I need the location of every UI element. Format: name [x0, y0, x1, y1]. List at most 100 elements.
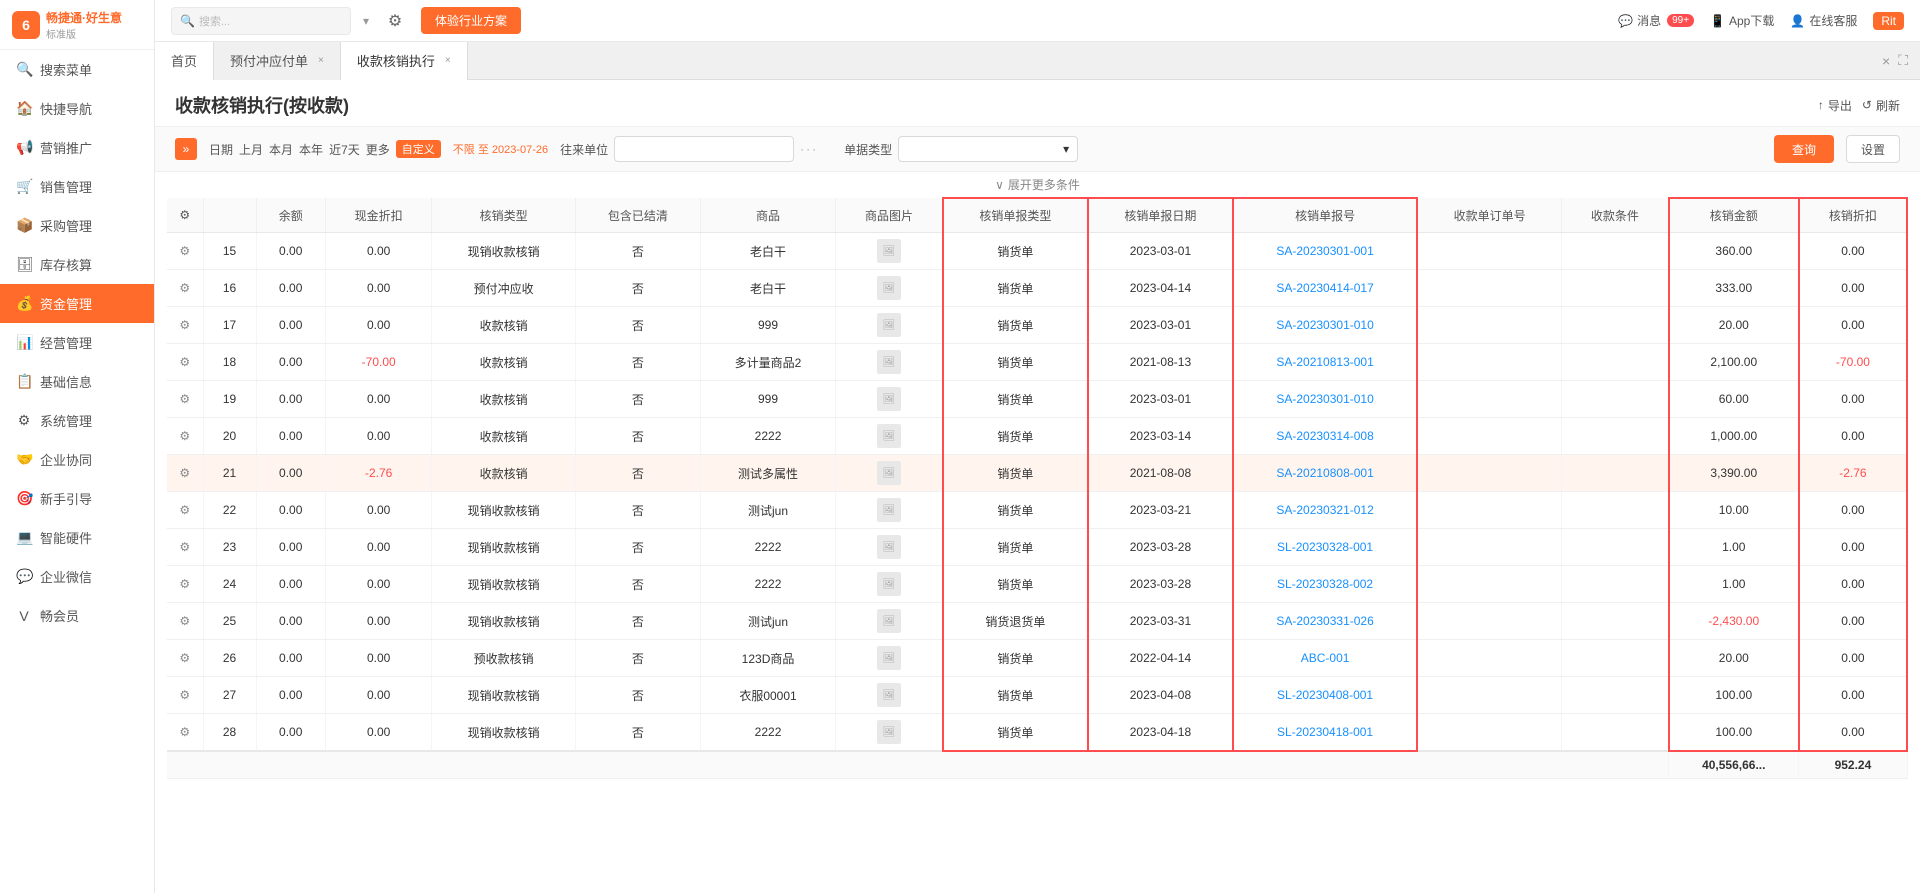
- row-gear-28[interactable]: ⚙: [167, 714, 203, 752]
- col-bill-report-type: 核销单报类型: [943, 198, 1088, 233]
- wechat-icon: 💬: [16, 568, 32, 585]
- sidebar-item-marketing[interactable]: 📢营销推广: [0, 128, 154, 167]
- date-this-year[interactable]: 本年: [299, 141, 323, 158]
- row-bill-no-25: SA-20230331-026: [1233, 603, 1417, 640]
- row-gear-17[interactable]: ⚙: [167, 307, 203, 344]
- row-goods-21: 测试多属性: [700, 455, 835, 492]
- bill-type-select[interactable]: ▾: [898, 136, 1078, 162]
- row-writeoff-amount-24: 1.00: [1669, 566, 1799, 603]
- date-7-days[interactable]: 近7天: [329, 141, 360, 158]
- partner-input[interactable]: [614, 136, 794, 162]
- row-include-settled-23: 否: [575, 529, 700, 566]
- row-gear-27[interactable]: ⚙: [167, 677, 203, 714]
- sidebar-label-guide: 新手引导: [40, 489, 92, 508]
- col-settings[interactable]: ⚙: [167, 198, 203, 233]
- row-writeoff-type-27: 现销收款核销: [432, 677, 576, 714]
- tab-expand-icon[interactable]: ⛶: [1898, 52, 1908, 69]
- row-include-settled-19: 否: [575, 381, 700, 418]
- table-container[interactable]: ⚙ 余额 现金折扣 核销类型 包含已结清 商品 商品图片 核销单报类型 核销单报…: [155, 197, 1920, 893]
- row-seq-21: 21: [203, 455, 256, 492]
- data-table: ⚙ 余额 现金折扣 核销类型 包含已结清 商品 商品图片 核销单报类型 核销单报…: [167, 197, 1908, 779]
- sidebar-item-inventory[interactable]: 🗄库存核算: [0, 245, 154, 284]
- row-receipt-order-19: [1417, 381, 1561, 418]
- sidebar-item-quicknav[interactable]: 🏠快捷导航: [0, 89, 154, 128]
- tab-close-writeoff[interactable]: ×: [445, 55, 451, 66]
- row-seq-19: 19: [203, 381, 256, 418]
- tab-close-prepay[interactable]: ×: [318, 55, 324, 66]
- tab-prepay[interactable]: 预付冲应付单 ×: [214, 42, 341, 80]
- sidebar-item-enterprise[interactable]: 🤝企业协同: [0, 440, 154, 479]
- row-gear-15[interactable]: ⚙: [167, 233, 203, 270]
- notifications-btn[interactable]: 💬 消息 99+: [1618, 12, 1694, 29]
- row-receipt-order-26: [1417, 640, 1561, 677]
- sidebar-item-wechat[interactable]: 💬企业微信: [0, 557, 154, 596]
- sidebar-item-finance[interactable]: 💰资金管理: [0, 284, 154, 323]
- filter-toggle-button[interactable]: »: [175, 138, 197, 160]
- row-gear-23[interactable]: ⚙: [167, 529, 203, 566]
- guide-icon: 🎯: [16, 490, 32, 507]
- sidebar-item-member[interactable]: V畅会员: [0, 596, 154, 635]
- col-receipt-order: 收款单订单号: [1417, 198, 1561, 233]
- row-goods-25: 测试jun: [700, 603, 835, 640]
- sidebar-item-search[interactable]: 🔍搜索菜单: [0, 50, 154, 89]
- date-more[interactable]: 更多: [366, 141, 390, 158]
- row-gear-16[interactable]: ⚙: [167, 270, 203, 307]
- row-bill-no-28: SL-20230418-001: [1233, 714, 1417, 752]
- col-writeoff-type: 核销类型: [432, 198, 576, 233]
- date-custom-button[interactable]: 自定义: [396, 140, 441, 158]
- settings-button[interactable]: 设置: [1846, 135, 1900, 163]
- tab-home[interactable]: 首页: [155, 42, 214, 80]
- row-bill-report-date-18: 2021-08-13: [1088, 344, 1233, 381]
- row-gear-21[interactable]: ⚙: [167, 455, 203, 492]
- topbar-search[interactable]: 🔍 搜索...: [171, 7, 351, 35]
- row-writeoff-amount-18: 2,100.00: [1669, 344, 1799, 381]
- row-writeoff-discount-21: -2.76: [1799, 455, 1907, 492]
- row-gear-25[interactable]: ⚙: [167, 603, 203, 640]
- sidebar-item-guide[interactable]: 🎯 新手引导: [0, 479, 154, 518]
- row-gear-18[interactable]: ⚙: [167, 344, 203, 381]
- col-balance: 余额: [256, 198, 325, 233]
- row-goods-24: 2222: [700, 566, 835, 603]
- row-bill-report-date-15: 2023-03-01: [1088, 233, 1233, 270]
- expand-more-button[interactable]: ∨ 展开更多条件: [995, 176, 1080, 193]
- dropdown-arrow-icon[interactable]: ▾: [363, 14, 369, 28]
- app-download-btn[interactable]: 📱 App下载: [1710, 12, 1774, 29]
- row-cash-discount-22: 0.00: [325, 492, 431, 529]
- sidebar-item-hardware[interactable]: 💻智能硬件: [0, 518, 154, 557]
- sidebar-item-basic[interactable]: 📋基础信息: [0, 362, 154, 401]
- row-gear-22[interactable]: ⚙: [167, 492, 203, 529]
- tab-writeoff[interactable]: 收款核销执行 ×: [341, 42, 468, 80]
- row-gear-20[interactable]: ⚙: [167, 418, 203, 455]
- footer-total-discount: 952.24: [1799, 751, 1907, 779]
- refresh-button[interactable]: ↺ 刷新: [1862, 97, 1900, 114]
- hardware-icon: 💻: [16, 529, 32, 546]
- row-bill-report-date-28: 2023-04-18: [1088, 714, 1233, 752]
- row-receipt-condition-15: [1561, 233, 1668, 270]
- row-gear-19[interactable]: ⚙: [167, 381, 203, 418]
- row-balance-18: 0.00: [256, 344, 325, 381]
- sidebar-item-operations[interactable]: 📊经营管理: [0, 323, 154, 362]
- row-cash-discount-20: 0.00: [325, 418, 431, 455]
- solution-button[interactable]: 体验行业方案: [421, 7, 521, 34]
- row-writeoff-type-20: 收款核销: [432, 418, 576, 455]
- user-avatar[interactable]: Rit: [1873, 12, 1904, 30]
- row-include-settled-21: 否: [575, 455, 700, 492]
- tab-close-all-icon[interactable]: ×: [1882, 53, 1890, 69]
- row-gear-26[interactable]: ⚙: [167, 640, 203, 677]
- row-bill-no-17: SA-20230301-010: [1233, 307, 1417, 344]
- row-gear-24[interactable]: ⚙: [167, 566, 203, 603]
- sidebar-item-system[interactable]: ⚙系统管理: [0, 401, 154, 440]
- date-this-month[interactable]: 本月: [269, 141, 293, 158]
- online-service-btn[interactable]: 👤 在线客服: [1790, 12, 1857, 29]
- row-writeoff-type-15: 现销收款核销: [432, 233, 576, 270]
- query-button[interactable]: 查询: [1774, 135, 1834, 163]
- sidebar-item-sales[interactable]: 🛒销售管理: [0, 167, 154, 206]
- row-receipt-order-22: [1417, 492, 1561, 529]
- page-header: 收款核销执行(按收款) ↑ 导出 ↺ 刷新: [155, 80, 1920, 126]
- settings-icon[interactable]: ⚙: [381, 7, 409, 35]
- sidebar-item-purchase[interactable]: 📦采购管理: [0, 206, 154, 245]
- date-last-month[interactable]: 上月: [239, 141, 263, 158]
- date-range-display: 不限 至 2023-07-26: [453, 141, 548, 157]
- export-button[interactable]: ↑ 导出: [1818, 97, 1852, 114]
- sidebar-label-member: 畅会员: [40, 606, 79, 625]
